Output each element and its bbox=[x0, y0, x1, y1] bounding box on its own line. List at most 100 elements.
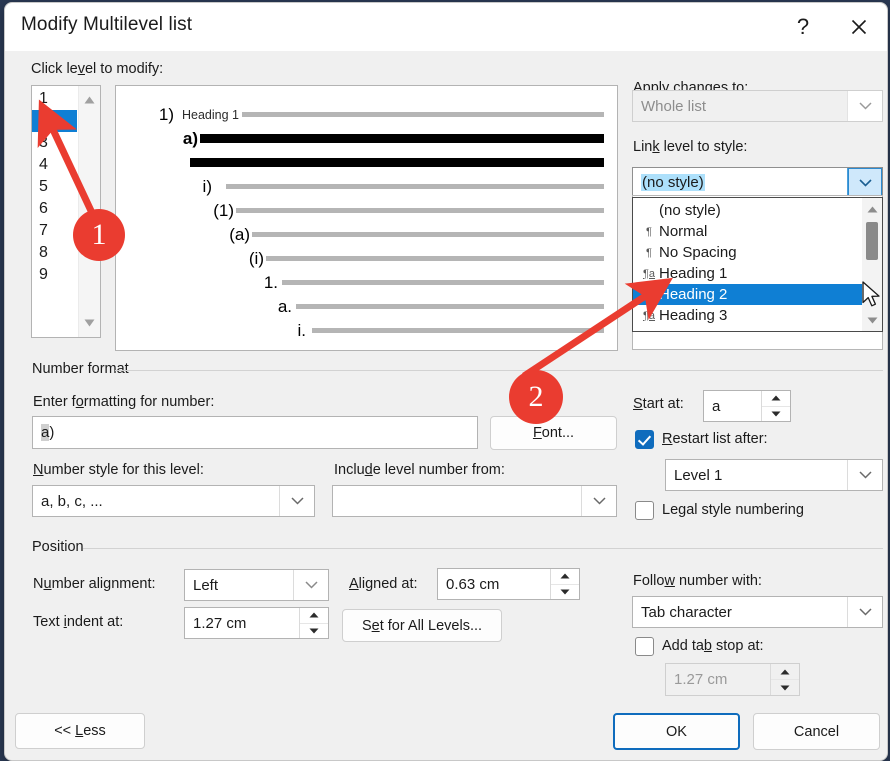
spinner-up-icon[interactable] bbox=[300, 608, 328, 624]
preview-row: i) bbox=[116, 176, 616, 198]
ok-button[interactable]: OK bbox=[613, 713, 740, 750]
style-option-normal[interactable]: ¶ Normal bbox=[633, 221, 862, 242]
chevron-down-icon[interactable] bbox=[847, 597, 882, 627]
spinner-down-icon[interactable] bbox=[300, 623, 328, 638]
preview-row-bar bbox=[282, 280, 604, 285]
font-button-mnemonic: F bbox=[532, 425, 542, 441]
add-tab-stop-label: Add tab stop at: bbox=[662, 638, 764, 654]
style-option-heading-1[interactable]: ¶a Heading 1 bbox=[633, 263, 862, 284]
level-list[interactable]: 123456789 bbox=[32, 86, 77, 337]
number-style-combo[interactable]: a, b, c, ... bbox=[32, 485, 315, 517]
aligned-at-value: 0.63 cm bbox=[446, 575, 500, 593]
preview-row-number: 1. bbox=[263, 273, 278, 292]
number-format-input[interactable]: a) bbox=[32, 416, 478, 449]
number-alignment-combo[interactable]: Left bbox=[184, 569, 329, 601]
level-item-1[interactable]: 1 bbox=[32, 88, 77, 110]
chevron-down-icon[interactable] bbox=[279, 486, 314, 516]
link-level-to-style-label: Link level to style: bbox=[633, 139, 748, 155]
text-indent-value: 1.27 cm bbox=[193, 614, 247, 632]
follow-number-combo[interactable]: Tab character bbox=[632, 596, 883, 628]
style-list-scrollbar[interactable] bbox=[862, 198, 882, 331]
paragraph-style-icon: ¶a bbox=[642, 288, 656, 301]
spinner-up-icon[interactable] bbox=[762, 391, 790, 407]
level-item-6[interactable]: 6 bbox=[32, 198, 77, 220]
link-level-style-options[interactable]: (no style) ¶ Normal ¶ No Spacing ¶a Heading 1 ¶… bbox=[632, 197, 883, 332]
chevron-down-icon[interactable] bbox=[293, 570, 328, 600]
cancel-button[interactable]: Cancel bbox=[753, 713, 880, 750]
scroll-up-arrow-icon[interactable] bbox=[862, 200, 882, 218]
preview-row-bar bbox=[200, 134, 604, 143]
spinner-buttons[interactable] bbox=[550, 569, 579, 599]
scroll-down-arrow-icon[interactable] bbox=[862, 311, 882, 329]
style-option-no-style[interactable]: (no style) bbox=[633, 200, 862, 221]
include-level-combo[interactable] bbox=[332, 485, 617, 517]
preview-row: 1. bbox=[116, 272, 616, 294]
spinner-down-icon[interactable] bbox=[762, 406, 790, 421]
number-alignment-value: Left bbox=[193, 576, 219, 594]
spinner-up-icon[interactable] bbox=[551, 569, 579, 585]
ok-button-label: OK bbox=[666, 723, 687, 740]
link-level-style-value-wrap: (no style) bbox=[633, 174, 847, 191]
style-option-label: No Spacing bbox=[659, 244, 737, 261]
style-option-list[interactable]: (no style) ¶ Normal ¶ No Spacing ¶a Heading 1 ¶… bbox=[633, 200, 862, 326]
style-option-no-spacing[interactable]: ¶ No Spacing bbox=[633, 242, 862, 263]
level-item-5[interactable]: 5 bbox=[32, 176, 77, 198]
spinner-buttons[interactable] bbox=[761, 391, 790, 421]
font-button[interactable]: Font... bbox=[490, 416, 617, 450]
scroll-up-arrow-icon[interactable] bbox=[79, 90, 100, 110]
less-button[interactable]: << Less bbox=[15, 713, 145, 749]
preview-row-number: a) bbox=[182, 129, 198, 148]
text-indent-spinner[interactable]: 1.27 cm bbox=[184, 607, 329, 639]
text-indent-label: Text indent at: bbox=[33, 614, 124, 630]
level-item-7[interactable]: 7 bbox=[32, 220, 77, 242]
level-item-8[interactable]: 8 bbox=[32, 242, 77, 264]
add-tab-stop-checkbox[interactable] bbox=[635, 637, 654, 656]
link-level-style-combo[interactable]: (no style) bbox=[632, 167, 883, 198]
chevron-down-icon[interactable] bbox=[581, 486, 616, 516]
style-option-heading-3[interactable]: ¶a Heading 3 bbox=[633, 305, 862, 326]
restart-list-checkbox[interactable] bbox=[635, 430, 654, 449]
set-all-levels-label: Set for All Levels... bbox=[361, 617, 483, 634]
level-item-3[interactable]: 3 bbox=[32, 132, 77, 154]
legal-style-checkbox[interactable] bbox=[635, 501, 654, 520]
preview-row: a. bbox=[116, 296, 616, 318]
preview-row: (a) bbox=[116, 224, 616, 246]
preview-row: (1) bbox=[116, 200, 616, 222]
preview-row: i. bbox=[116, 320, 616, 342]
preview-row-bar bbox=[226, 184, 604, 189]
spinner-down-icon[interactable] bbox=[551, 584, 579, 599]
spinner-buttons bbox=[770, 664, 799, 695]
style-option-label: Heading 3 bbox=[659, 307, 728, 324]
style-option-label: Heading 1 bbox=[659, 265, 728, 282]
scrollbar-thumb[interactable] bbox=[866, 222, 878, 260]
restart-list-label: Restart list after: bbox=[662, 431, 768, 447]
scroll-down-arrow-icon[interactable] bbox=[79, 313, 100, 333]
paragraph-style-icon: ¶ bbox=[646, 246, 652, 259]
close-icon[interactable] bbox=[833, 3, 885, 51]
style-option-heading-2[interactable]: ¶a Heading 2 bbox=[633, 284, 862, 305]
preview-row-bar bbox=[312, 328, 604, 333]
level-item-4[interactable]: 4 bbox=[32, 154, 77, 176]
spinner-down-icon bbox=[771, 680, 799, 695]
chevron-down-icon[interactable] bbox=[847, 168, 882, 197]
dialog-title: Modify Multilevel list bbox=[21, 14, 193, 35]
spinner-up-icon bbox=[771, 664, 799, 680]
preview-row bbox=[116, 152, 616, 174]
preview-row-text: Heading 1 bbox=[182, 108, 239, 122]
legal-style-label: Legal style numbering bbox=[662, 502, 804, 518]
level-item-9[interactable]: 9 bbox=[32, 264, 77, 286]
chevron-down-icon[interactable] bbox=[847, 460, 882, 490]
restart-list-combo[interactable]: Level 1 bbox=[665, 459, 883, 491]
preview-row: 1) Heading 1 bbox=[116, 104, 616, 126]
set-for-all-levels-button[interactable]: Set for All Levels... bbox=[342, 609, 502, 642]
spinner-buttons[interactable] bbox=[299, 608, 328, 638]
add-tab-stop-value: 1.27 cm bbox=[674, 671, 728, 688]
aligned-at-spinner[interactable]: 0.63 cm bbox=[437, 568, 580, 600]
help-icon[interactable]: ? bbox=[777, 3, 829, 51]
paragraph-style-icon: ¶ bbox=[646, 225, 652, 238]
add-tab-stop-spinner: 1.27 cm bbox=[665, 663, 800, 696]
list-preview: 1) Heading 1 a) i) (1) (a) (i) 1. a. i. bbox=[115, 85, 618, 351]
number-format-group-label: Number format bbox=[27, 361, 134, 377]
level-item-2[interactable]: 2 bbox=[32, 110, 77, 132]
start-at-spinner[interactable]: a bbox=[703, 390, 791, 422]
